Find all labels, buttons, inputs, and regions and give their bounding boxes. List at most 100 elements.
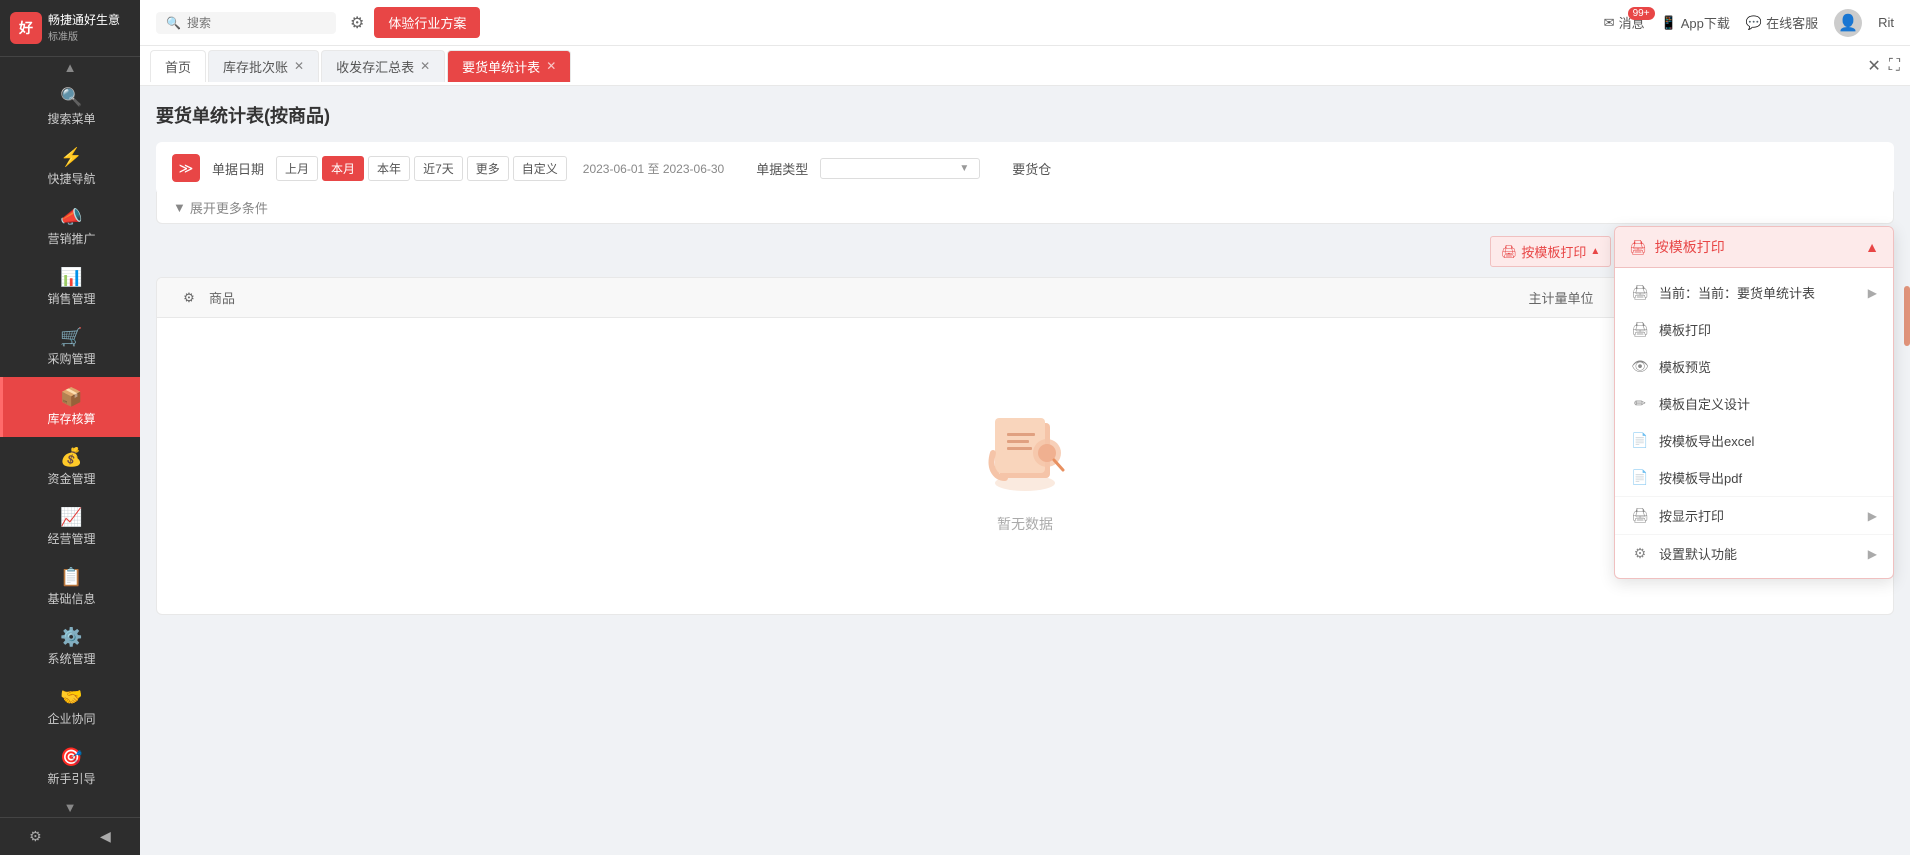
sidebar-item-inventory-label: 库存核算 [47, 410, 95, 427]
app-logo: 好 畅捷通好生意 标准版 [0, 0, 140, 57]
sidebar-item-guide[interactable]: 🎯 新手引导 [0, 737, 140, 797]
dropdown-template-excel[interactable]: 📄 按模板导出excel [1615, 422, 1893, 459]
type-filter-select[interactable]: ▼ [820, 158, 980, 179]
sidebar-scroll-down[interactable]: ▼ [0, 797, 140, 817]
sidebar-item-sales-label: 销售管理 [47, 290, 95, 307]
tab-receipt-summary[interactable]: 收发存汇总表 ✕ [321, 50, 445, 82]
filter-date-custom[interactable]: 自定义 [513, 156, 567, 181]
sidebar-scroll-up[interactable]: ▲ [0, 57, 140, 77]
corp-icon: 🤝 [60, 687, 82, 708]
purchase-icon: 🛒 [60, 327, 82, 348]
filter-date-prev-month[interactable]: 上月 [276, 156, 318, 181]
sidebar-item-purchase[interactable]: 🛒 采购管理 [0, 317, 140, 377]
message-badge: 99+ [1628, 7, 1655, 20]
scrollbar-indicator[interactable] [1904, 286, 1910, 346]
dropdown-current-item[interactable]: 🖨 当前：当前：要货单统计表 ▶ [1615, 274, 1893, 311]
sidebar-item-guide-label: 新手引导 [47, 770, 95, 787]
sidebar-item-base[interactable]: 📋 基础信息 [0, 557, 140, 617]
expand-more-button[interactable]: ▼ 展开更多条件 [157, 192, 1893, 223]
filter-date-7days[interactable]: 近7天 [414, 156, 463, 181]
inventory-icon: 📦 [60, 387, 82, 408]
dropdown-template-design[interactable]: ✏ 模板自定义设计 [1615, 385, 1893, 422]
tab-inventory-batch[interactable]: 库存批次账 ✕ [208, 50, 319, 82]
template-excel-label: 按模板导出excel [1659, 431, 1754, 450]
topbar: 🔍 ⚙ 体验行业方案 ✉ 消息 99+ 📱 App下载 💬 在线客服 👤 Rit [140, 0, 1910, 46]
sales-icon: 📊 [60, 267, 82, 288]
search-bar[interactable]: 🔍 [156, 12, 336, 34]
dropdown-template-preview[interactable]: 👁 模板预览 [1615, 348, 1893, 385]
app-download-button[interactable]: 📱 App下载 [1661, 13, 1730, 32]
operation-icon: 📈 [60, 507, 82, 528]
service-label: 在线客服 [1766, 13, 1818, 32]
shortcut-icon: ⚡ [60, 147, 82, 168]
sidebar-collapse-button[interactable]: ◀ [100, 828, 111, 845]
template-design-icon: ✏ [1631, 395, 1649, 412]
expand-more-icon: ▼ [173, 200, 186, 215]
dropdown-template-pdf[interactable]: 📄 按模板导出pdf [1615, 459, 1893, 496]
sidebar-item-operation-label: 经营管理 [47, 530, 95, 547]
tab-close-all-button[interactable]: ✕ [1867, 56, 1880, 76]
tabs-right-actions: ✕ ⛶ [1867, 56, 1900, 76]
sidebar-item-marketing[interactable]: 📣 营销推广 [0, 197, 140, 257]
print-button[interactable]: 🖨 按模板打印 ▲ [1490, 236, 1611, 267]
sidebar-item-sales[interactable]: 📊 销售管理 [0, 257, 140, 317]
base-icon: 📋 [60, 567, 82, 588]
sidebar-item-corp[interactable]: 🤝 企业协同 [0, 677, 140, 737]
page-title: 要货单统计表(按商品) [156, 102, 1894, 128]
sidebar-item-purchase-label: 采购管理 [47, 350, 95, 367]
download-icon: 📱 [1661, 15, 1677, 31]
display-print-icon: 🖨 [1631, 507, 1649, 524]
filter-date-more[interactable]: 更多 [467, 156, 509, 181]
tab-maximize-button[interactable]: ⛶ [1889, 57, 1900, 75]
marketing-icon: 📣 [60, 207, 82, 228]
topbar-right: ✉ 消息 99+ 📱 App下载 💬 在线客服 👤 Rit [1604, 9, 1894, 37]
dropdown-print-icon: 🖨 [1629, 239, 1647, 256]
dropdown-close-chevron[interactable]: ▲ [1865, 239, 1879, 255]
print-label: 按模板打印 [1521, 242, 1586, 261]
filter-date-this-month[interactable]: 本月 [322, 156, 364, 181]
page-area: 要货单统计表(按商品) ≫ 单据日期 上月 本月 本年 近7天 更多 自定义 2… [140, 86, 1910, 855]
dropdown-display-print[interactable]: 🖨 按显示打印 ▶ [1615, 496, 1893, 534]
tab-inventory-batch-close[interactable]: ✕ [294, 59, 304, 73]
sidebar-item-operation[interactable]: 📈 经营管理 [0, 497, 140, 557]
filter-expand-button[interactable]: ≫ [172, 154, 200, 182]
search-input[interactable] [187, 16, 317, 30]
app-download-label: App下载 [1681, 13, 1730, 32]
sidebar-settings-button[interactable]: ⚙ [29, 828, 42, 845]
print-chevron-icon: ▲ [1590, 246, 1600, 257]
sidebar-item-shortcut[interactable]: ⚡ 快捷导航 [0, 137, 140, 197]
tab-order-stats[interactable]: 要货单统计表 ✕ [447, 50, 571, 82]
sidebar-item-system[interactable]: ⚙️ 系统管理 [0, 617, 140, 677]
type-select-chevron-icon: ▼ [959, 163, 969, 174]
avatar[interactable]: 👤 [1834, 9, 1862, 37]
sidebar-item-inventory[interactable]: 📦 库存核算 [0, 377, 140, 437]
sidebar-item-marketing-label: 营销推广 [47, 230, 95, 247]
current-template-label: 当前：当前：要货单统计表 [1659, 283, 1815, 302]
dropdown-title: 按模板打印 [1655, 237, 1725, 257]
tab-receipt-summary-close[interactable]: ✕ [420, 59, 430, 73]
col-settings[interactable]: ⚙ [169, 290, 209, 306]
gear-icon[interactable]: ⚙ [350, 13, 364, 33]
dropdown-title-block: 🖨 按模板打印 [1629, 237, 1725, 257]
type-filter-label: 单据类型 [756, 159, 808, 178]
set-default-label: 设置默认功能 [1659, 544, 1737, 563]
message-button[interactable]: ✉ 消息 99+ [1604, 13, 1645, 32]
tab-order-stats-close[interactable]: ✕ [546, 59, 556, 73]
sidebar-item-search[interactable]: 🔍 搜索菜单 [0, 77, 140, 137]
trial-button[interactable]: 体验行业方案 [374, 7, 480, 38]
system-icon: ⚙️ [60, 627, 82, 648]
dropdown-set-default[interactable]: ⚙ 设置默认功能 ▶ [1615, 534, 1893, 572]
empty-text: 暂无数据 [997, 514, 1053, 534]
search-icon: 🔍 [166, 16, 181, 30]
tab-home-label: 首页 [165, 57, 191, 76]
tab-home[interactable]: 首页 [150, 50, 206, 82]
sidebar-item-finance-label: 资金管理 [47, 470, 95, 487]
sidebar-item-finance[interactable]: 💰 资金管理 [0, 437, 140, 497]
dropdown-template-print[interactable]: 🖨 模板打印 [1615, 311, 1893, 348]
online-service-button[interactable]: 💬 在线客服 [1746, 13, 1818, 32]
print-icon: 🖨 [1501, 244, 1518, 260]
search-nav-icon: 🔍 [60, 87, 82, 108]
col-product-header: 商品 [209, 288, 1501, 307]
filter-date-this-year[interactable]: 本年 [368, 156, 410, 181]
filter-date-range: 2023-06-01 至 2023-06-30 [583, 160, 724, 177]
